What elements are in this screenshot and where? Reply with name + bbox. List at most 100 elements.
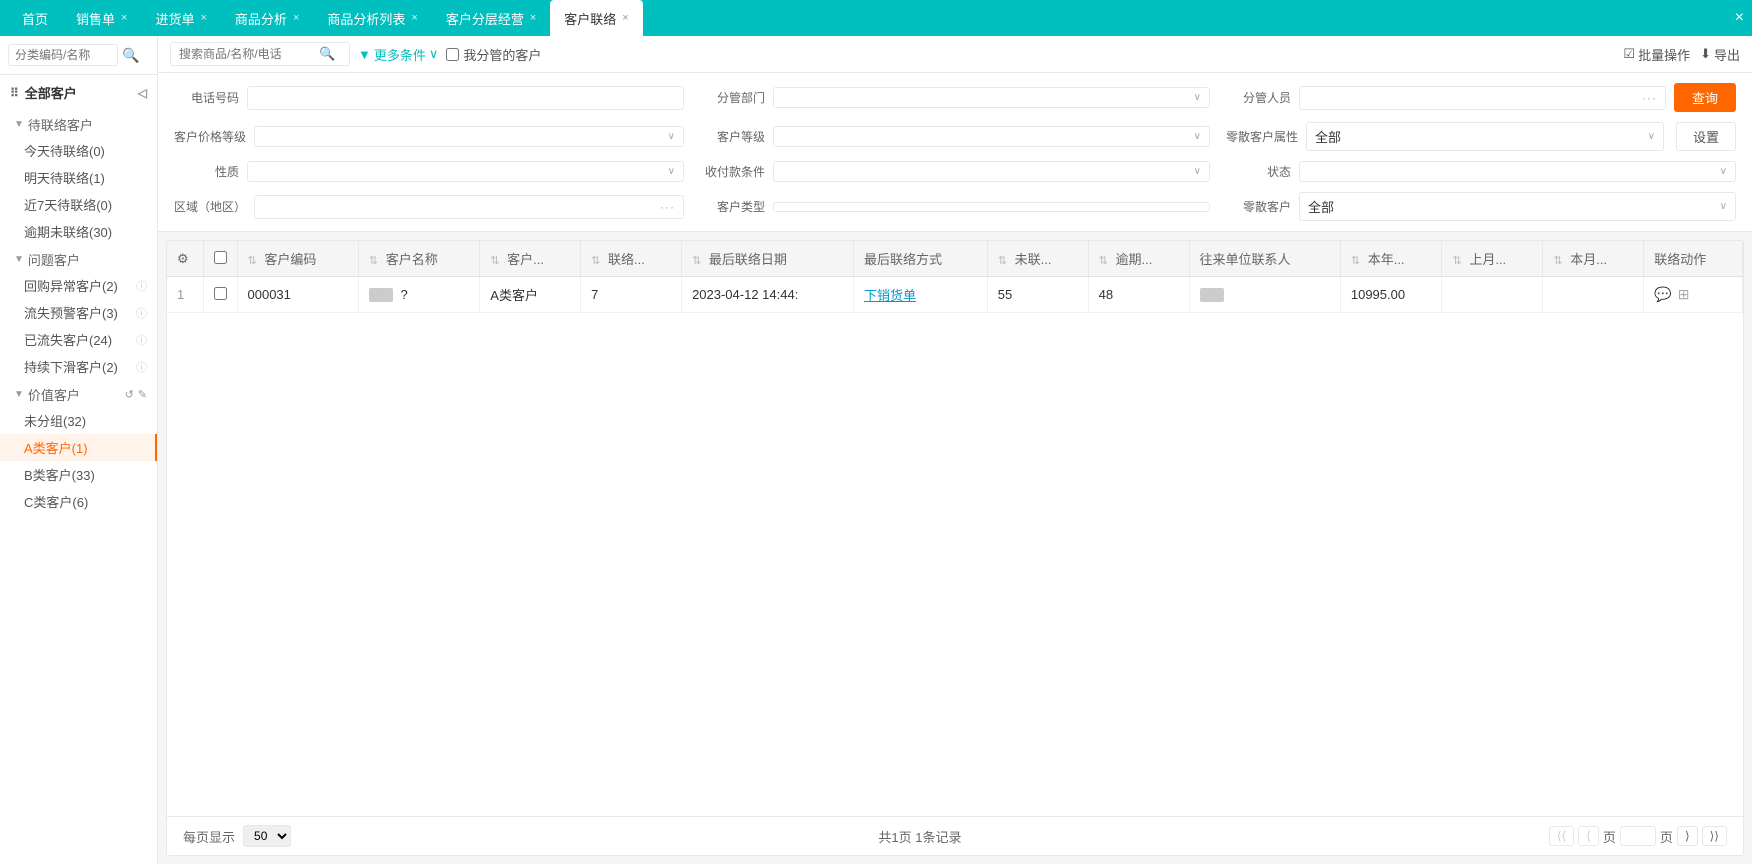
section-edit-icon[interactable]: ✎ — [138, 388, 147, 401]
sidebar-item-b-class[interactable]: B类客户(33) — [0, 461, 157, 488]
filter-price-level-select[interactable]: ∨ — [254, 126, 684, 147]
sidebar-item-7days[interactable]: 近7天待联络(0) — [0, 191, 157, 218]
info-icon-3[interactable]: ⓘ — [136, 332, 147, 348]
filter-customer-level-select[interactable]: ∨ — [773, 126, 1210, 147]
toolbar-search-icon[interactable]: 🔍 — [319, 46, 335, 62]
col-overdue-header: ⇅ 逾期... — [1088, 241, 1189, 277]
info-icon-2[interactable]: ⓘ — [136, 305, 147, 321]
row-action-chat-icon[interactable]: 💬 — [1654, 286, 1671, 303]
sidebar-item-declining[interactable]: 持续下滑客户(2) ⓘ — [0, 353, 157, 380]
sidebar-item-tomorrow[interactable]: 明天待联络(1) — [0, 164, 157, 191]
nav-product-analysis[interactable]: 商品分析 × — [221, 0, 313, 36]
last-page-button[interactable]: ⟩⟩ — [1702, 826, 1727, 846]
col-sort-icon-6: ⇅ — [998, 255, 1007, 267]
sidebar-item-today[interactable]: 今天待联络(0) — [0, 137, 157, 164]
sidebar-all-customers[interactable]: ⠿ 全部客户 ◁ — [0, 75, 157, 110]
sidebar-section-problem[interactable]: ▼ 问题客户 — [0, 245, 157, 272]
first-page-button[interactable]: ⟨⟨ — [1549, 826, 1574, 846]
row-checkbox-cell — [203, 277, 237, 313]
info-icon-4[interactable]: ⓘ — [136, 359, 147, 375]
pagination: 每页显示 50 共1页 1条记录 ⟨⟨ ⟨ 页 1 页 ⟩ ⟩⟩ — [167, 816, 1743, 855]
settings-button[interactable]: 设置 — [1676, 122, 1736, 151]
per-page-select[interactable]: 50 — [243, 825, 291, 847]
nav-close-product-analysis-list[interactable]: × — [411, 12, 417, 24]
nav-purchase[interactable]: 进货单 × — [141, 0, 220, 36]
settings-col-icon[interactable]: ⚙ — [177, 251, 189, 266]
export-icon: ⬇ — [1700, 46, 1711, 62]
sidebar-item-churn-warning[interactable]: 流失预警客户(3) ⓘ — [0, 299, 157, 326]
filter-status-select[interactable]: ∨ — [1299, 161, 1736, 182]
filter-status-row: 状态 ∨ — [1226, 161, 1736, 182]
select-all-checkbox[interactable] — [214, 251, 227, 264]
collapse-icon[interactable]: ◁ — [138, 86, 147, 100]
nav-customer-segment[interactable]: 客户分层经营 × — [432, 0, 550, 36]
chevron-nature-icon: ∨ — [668, 166, 675, 177]
filter-payment-select[interactable]: ∨ — [773, 161, 1210, 182]
page-number-input[interactable]: 1 — [1620, 826, 1656, 846]
chevron-payment-icon: ∨ — [1194, 166, 1201, 177]
nav-customer-contact[interactable]: 客户联络 × — [550, 0, 642, 36]
nav-close-customer-contact[interactable]: × — [622, 12, 628, 24]
row-action-buttons: 💬 ⊞ — [1654, 286, 1732, 303]
more-filter-button[interactable]: ▼ 更多条件 ∨ — [358, 45, 438, 64]
sidebar-item-churned[interactable]: 已流失客户(24) ⓘ — [0, 326, 157, 353]
filter-price-level-row: 客户价格等级 ∨ — [174, 122, 684, 151]
row-last-date: 2023-04-12 14:44: — [682, 277, 854, 313]
filter-phone-input[interactable] — [247, 86, 684, 110]
filter-customer-type-select[interactable] — [773, 202, 1210, 212]
export-button[interactable]: ⬇ 导出 — [1700, 45, 1740, 64]
prev-page-button[interactable]: ⟨ — [1578, 826, 1599, 846]
next-page-button[interactable]: ⟩ — [1677, 826, 1698, 846]
info-icon-1[interactable]: ⓘ — [136, 278, 147, 294]
filter-dept-select[interactable]: ∨ — [773, 87, 1210, 108]
col-settings[interactable]: ⚙ — [167, 241, 203, 277]
sidebar-item-overdue[interactable]: 逾期未联络(30) — [0, 218, 157, 245]
sidebar-search-input[interactable] — [8, 44, 118, 66]
toolbar: 🔍 ▼ 更多条件 ∨ 我分管的客户 ☑ 批量操作 ⬇ 导出 — [158, 36, 1752, 73]
sidebar-item-ungrouped[interactable]: 未分组(32) — [0, 407, 157, 434]
query-button[interactable]: 查询 — [1674, 83, 1736, 112]
filter-nature-label: 性质 — [174, 163, 239, 180]
filter-icon: ▼ — [358, 47, 371, 62]
nav-close-sales[interactable]: × — [121, 12, 127, 24]
content-area: 🔍 ▼ 更多条件 ∨ 我分管的客户 ☑ 批量操作 ⬇ 导出 — [158, 36, 1752, 864]
dots-region-icon: ··· — [660, 200, 675, 214]
sidebar: 🔍 ⠿ 全部客户 ◁ ▼ 待联络客户 今天待联络(0) 明天待联络(1) 近7天… — [0, 36, 158, 864]
chevron-retail-customer-icon: ∨ — [1720, 201, 1727, 212]
filter-region-select[interactable]: ··· — [254, 195, 684, 219]
row-last-method[interactable]: 下销货单 — [853, 277, 987, 313]
nav-sales[interactable]: 销售单 × — [62, 0, 141, 36]
filter-nature-select[interactable]: ∨ — [247, 161, 684, 182]
row-unit-contact — [1189, 277, 1340, 313]
last-method-link[interactable]: 下销货单 — [864, 288, 916, 303]
table-wrap[interactable]: ⚙ ⇅ 客户编码 ⇅ 客户名称 — [167, 241, 1743, 816]
nav-close-customer-segment[interactable]: × — [530, 12, 536, 24]
filter-person-select[interactable]: ··· — [1299, 86, 1666, 110]
row-action-qr-icon[interactable]: ⊞ — [1678, 286, 1690, 303]
batch-op-button[interactable]: ☑ 批量操作 — [1623, 45, 1690, 64]
row-last-month — [1442, 277, 1543, 313]
row-checkbox[interactable] — [214, 287, 227, 300]
nav-close-product-analysis[interactable]: × — [293, 12, 299, 24]
close-all-tabs-button[interactable]: × — [1735, 9, 1744, 27]
section-refresh-icon[interactable]: ↺ — [125, 388, 134, 401]
col-sort-icon-4: ⇅ — [591, 255, 600, 267]
sidebar-item-a-class[interactable]: A类客户(1) — [0, 434, 157, 461]
nav-home[interactable]: 首页 — [8, 0, 62, 36]
sidebar-item-c-class[interactable]: C类客户(6) — [0, 488, 157, 515]
my-customer-checkbox[interactable] — [446, 48, 459, 61]
filter-retail-attr-select[interactable]: 全部 ∨ — [1306, 122, 1664, 151]
filter-phone-label: 电话号码 — [174, 89, 239, 106]
chevron-level-icon: ∨ — [1194, 131, 1201, 142]
toolbar-search-input[interactable] — [179, 47, 319, 61]
row-num: 1 — [167, 277, 203, 313]
filter-retail-customer-select[interactable]: 全部 ∨ — [1299, 192, 1736, 221]
sidebar-section-value[interactable]: ▼ 价值客户 ↺ ✎ — [0, 380, 157, 407]
sidebar-section-pending[interactable]: ▼ 待联络客户 — [0, 110, 157, 137]
filter-payment-row: 收付款条件 ∨ — [700, 161, 1210, 182]
nav-close-purchase[interactable]: × — [200, 12, 206, 24]
sidebar-search-icon[interactable]: 🔍 — [122, 47, 139, 64]
sidebar-item-repurchase-abnormal[interactable]: 回购异常客户(2) ⓘ — [0, 272, 157, 299]
col-unit-contact-header: 往来单位联系人 — [1189, 241, 1340, 277]
nav-product-analysis-list[interactable]: 商品分析列表 × — [313, 0, 431, 36]
